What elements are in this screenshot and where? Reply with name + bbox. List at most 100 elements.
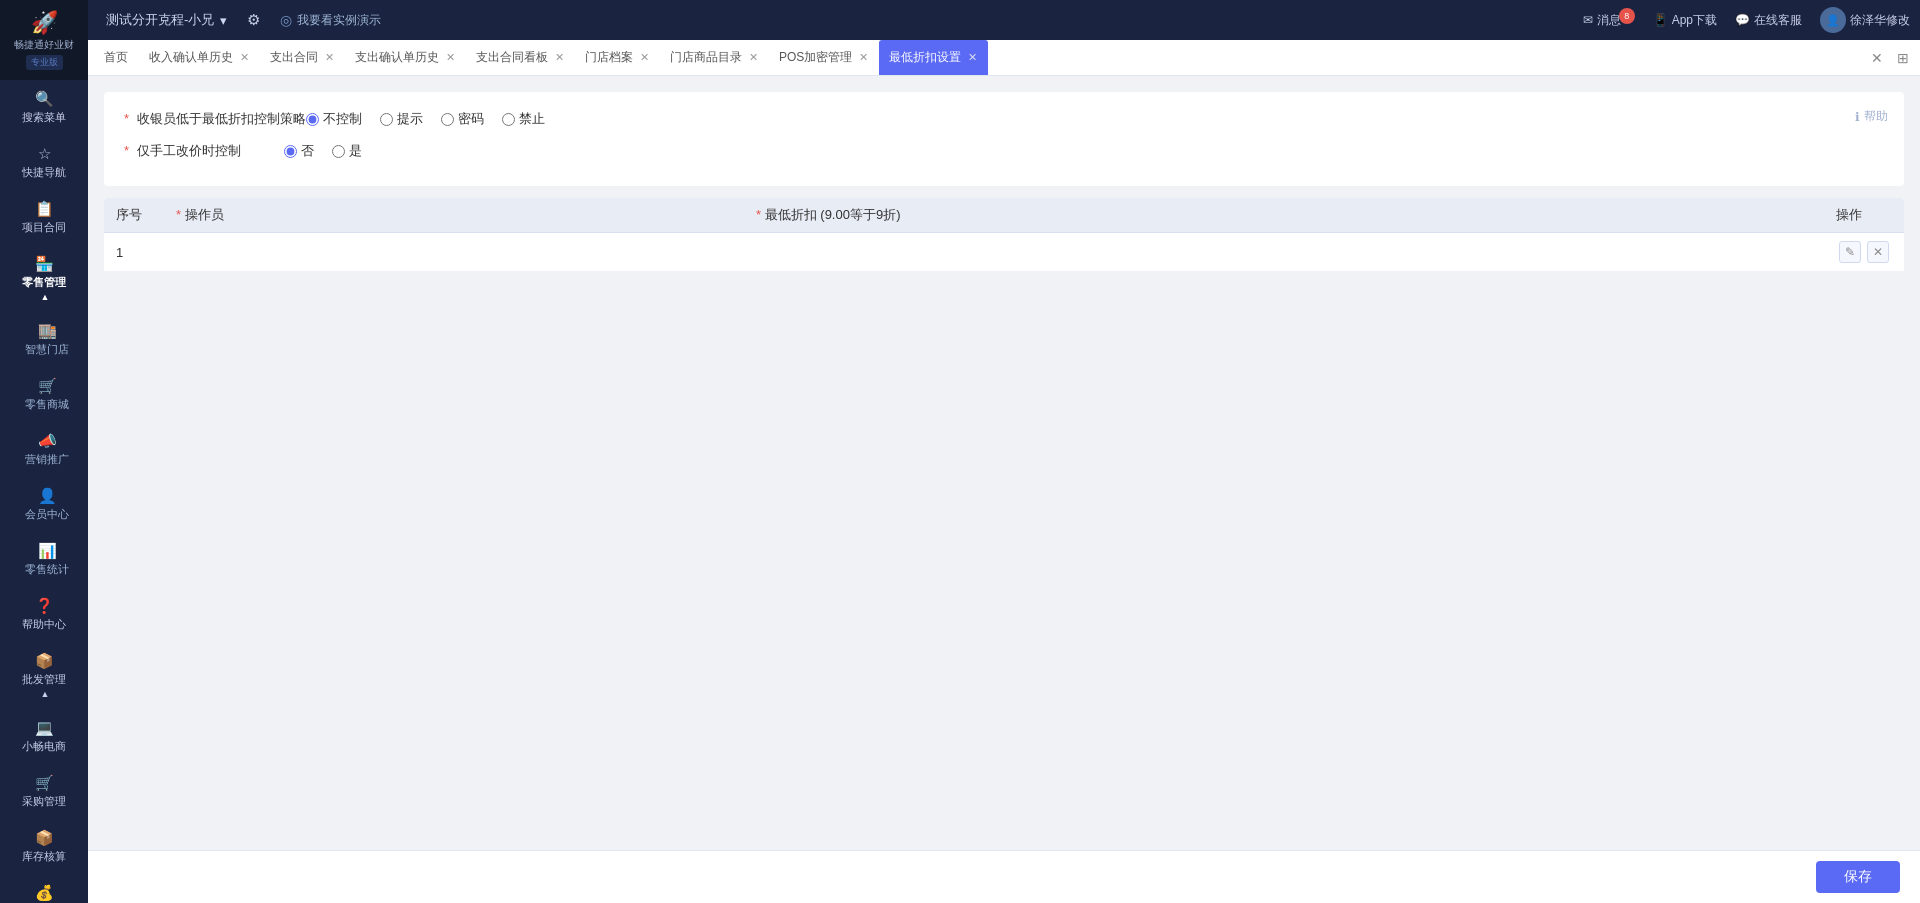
- tab-close-income-history[interactable]: ✕: [240, 52, 249, 63]
- download-icon: 📱: [1653, 13, 1668, 27]
- th-operator: * 操作员: [164, 198, 744, 233]
- discount-policy-label: * 收银员低于最低折扣控制策略: [124, 110, 306, 128]
- radio-no-control[interactable]: [306, 113, 319, 126]
- sidebar-item-wholesale[interactable]: 📦批发管理▲: [0, 642, 88, 709]
- demo-text: 我要看实例演示: [297, 12, 381, 29]
- sidebar-item-shortcut[interactable]: ☆ 快捷导航: [0, 135, 88, 190]
- tab-close-payment-contract-board[interactable]: ✕: [555, 52, 564, 63]
- main-area: 测试分开克程-小兄 ▾ ⚙ ◎ 我要看实例演示 ✉ 消息 8 📱 App下载 💬…: [88, 0, 1920, 903]
- sidebar-item-project-contract[interactable]: 📋 项目合同: [0, 190, 88, 245]
- edit-button[interactable]: ✎: [1839, 241, 1861, 263]
- tab-label-payment-contract: 支出合同: [270, 49, 318, 66]
- retail-management-icon: 🏪: [35, 255, 54, 273]
- manual-price-label: * 仅手工改价时控制: [124, 142, 284, 160]
- tab-pos-password[interactable]: POS加密管理 ✕: [769, 40, 879, 76]
- tab-payment-contract-board[interactable]: 支出合同看板✕: [466, 40, 575, 76]
- tab-close-store-catalog[interactable]: ✕: [749, 52, 758, 63]
- purchase-icon: 🛒: [35, 774, 54, 792]
- tab-close-store-file[interactable]: ✕: [640, 52, 649, 63]
- project-name: 测试分开克程-小兄: [106, 11, 214, 29]
- cell-operator: [164, 233, 744, 272]
- tab-label-store-catalog: 门店商品目录: [670, 49, 742, 66]
- help-center-label: 帮助中心: [22, 617, 66, 632]
- shortcut-label: 快捷导航: [22, 165, 66, 180]
- radio-password[interactable]: [441, 113, 454, 126]
- tab-label-store-file: 门店档案: [585, 49, 633, 66]
- option-forbid[interactable]: 禁止: [502, 110, 545, 128]
- radio-remind[interactable]: [380, 113, 393, 126]
- sidebar-item-member-center[interactable]: 👤会员中心: [0, 477, 88, 532]
- topbar-settings-icon[interactable]: ⚙: [243, 7, 264, 33]
- tab-close-min-discount[interactable]: ✕: [968, 52, 977, 63]
- tab-income-history[interactable]: 收入确认单历史 ✕: [139, 40, 260, 76]
- option-yes[interactable]: 是: [332, 142, 362, 160]
- message-badge: 8: [1619, 8, 1635, 24]
- sidebar-item-smart-store[interactable]: 🏬智慧门店: [0, 312, 88, 367]
- tab-store-file[interactable]: 门店档案 ✕: [575, 40, 660, 76]
- radio-no[interactable]: [284, 145, 297, 158]
- sidebar-item-help-center[interactable]: ❓帮助中心: [0, 587, 88, 642]
- project-contract-icon: 📋: [35, 200, 54, 218]
- messages-button[interactable]: ✉ 消息 8: [1583, 12, 1635, 29]
- retail-statistics-label: 零售统计: [25, 562, 69, 577]
- tab-close-payment-confirm-history[interactable]: ✕: [446, 52, 455, 63]
- save-button[interactable]: 保存: [1816, 861, 1900, 893]
- delete-button[interactable]: ✕: [1867, 241, 1889, 263]
- tab-min-discount[interactable]: 最低折扣设置✕: [879, 40, 988, 76]
- user-name: 徐泽华修改: [1850, 12, 1910, 29]
- sidebar-item-search[interactable]: 🔍搜索菜单: [0, 80, 88, 135]
- cell-action: ✎ ✕: [1824, 233, 1904, 272]
- app-download-label: App下载: [1672, 12, 1717, 29]
- sidebar-item-retail-management[interactable]: 🏪零售管理▲: [0, 245, 88, 312]
- radio-yes[interactable]: [332, 145, 345, 158]
- sidebar-item-inventory[interactable]: 📦 库存核算: [0, 819, 88, 874]
- content-area: ℹ 帮助 * 收银员低于最低折扣控制策略 不控制 提示: [88, 76, 1920, 850]
- message-label: 消息: [1597, 12, 1621, 29]
- tab-close-pos-password[interactable]: ✕: [859, 52, 868, 63]
- option-remind[interactable]: 提示: [380, 110, 423, 128]
- shortcut-icon: ☆: [38, 145, 51, 163]
- smart-store-icon: 🏬: [38, 322, 57, 340]
- app-download-button[interactable]: 📱 App下载: [1653, 12, 1717, 29]
- search-label: 搜索菜单: [22, 110, 66, 125]
- option-no-control[interactable]: 不控制: [306, 110, 362, 128]
- retail-mall-icon: 🛒: [38, 377, 57, 395]
- sidebar-item-purchase[interactable]: 🛒采购管理: [0, 764, 88, 819]
- online-service-button[interactable]: 💬 在线客服: [1735, 12, 1802, 29]
- sidebar-item-marketing[interactable]: 📣营销推广: [0, 422, 88, 477]
- radio-forbid[interactable]: [502, 113, 515, 126]
- option-password[interactable]: 密码: [441, 110, 484, 128]
- cell-min-discount: [744, 233, 1824, 272]
- wholesale-label: 批发管理: [22, 672, 66, 687]
- sidebar-item-funds[interactable]: 💰资金管理: [0, 874, 88, 903]
- expand-tabs-icon[interactable]: ⊞: [1892, 48, 1914, 68]
- inventory-icon: 📦: [35, 829, 54, 847]
- project-contract-label: 项目合同: [22, 220, 66, 235]
- inventory-label: 库存核算: [22, 849, 66, 864]
- tab-close-payment-contract[interactable]: ✕: [325, 52, 334, 63]
- tab-store-catalog[interactable]: 门店商品目录 ✕: [660, 40, 769, 76]
- demo-icon: ◎: [280, 12, 292, 28]
- demo-link[interactable]: ◎ 我要看实例演示: [280, 12, 381, 29]
- tab-label-pos-password: POS加密管理: [779, 49, 852, 66]
- ecommerce-label: 小畅电商: [22, 739, 66, 754]
- sidebar-item-retail-mall[interactable]: 🛒零售商城: [0, 367, 88, 422]
- tab-payment-confirm-history[interactable]: 支出确认单历史 ✕: [345, 40, 466, 76]
- sidebar-item-ecommerce[interactable]: 💻 小畅电商: [0, 709, 88, 764]
- option-no[interactable]: 否: [284, 142, 314, 160]
- service-icon: 💬: [1735, 13, 1750, 27]
- tab-label-income-history: 收入确认单历史: [149, 49, 233, 66]
- close-tab-icon[interactable]: ✕: [1866, 48, 1888, 68]
- tab-home[interactable]: 首页: [94, 40, 139, 76]
- th-seq: 序号: [104, 198, 164, 233]
- help-button[interactable]: ℹ 帮助: [1855, 108, 1888, 125]
- chevron-down-icon: ▲: [41, 689, 50, 699]
- sidebar-item-retail-statistics[interactable]: 📊零售统计: [0, 532, 88, 587]
- tab-label-payment-confirm-history: 支出确认单历史: [355, 49, 439, 66]
- avatar: 👤: [1820, 7, 1846, 33]
- project-selector[interactable]: 测试分开克程-小兄 ▾: [98, 7, 235, 33]
- tab-payment-contract[interactable]: 支出合同 ✕: [260, 40, 345, 76]
- edition-badge: 专业版: [26, 55, 63, 70]
- user-profile-button[interactable]: 👤 徐泽华修改: [1820, 7, 1910, 33]
- ecommerce-icon: 💻: [35, 719, 54, 737]
